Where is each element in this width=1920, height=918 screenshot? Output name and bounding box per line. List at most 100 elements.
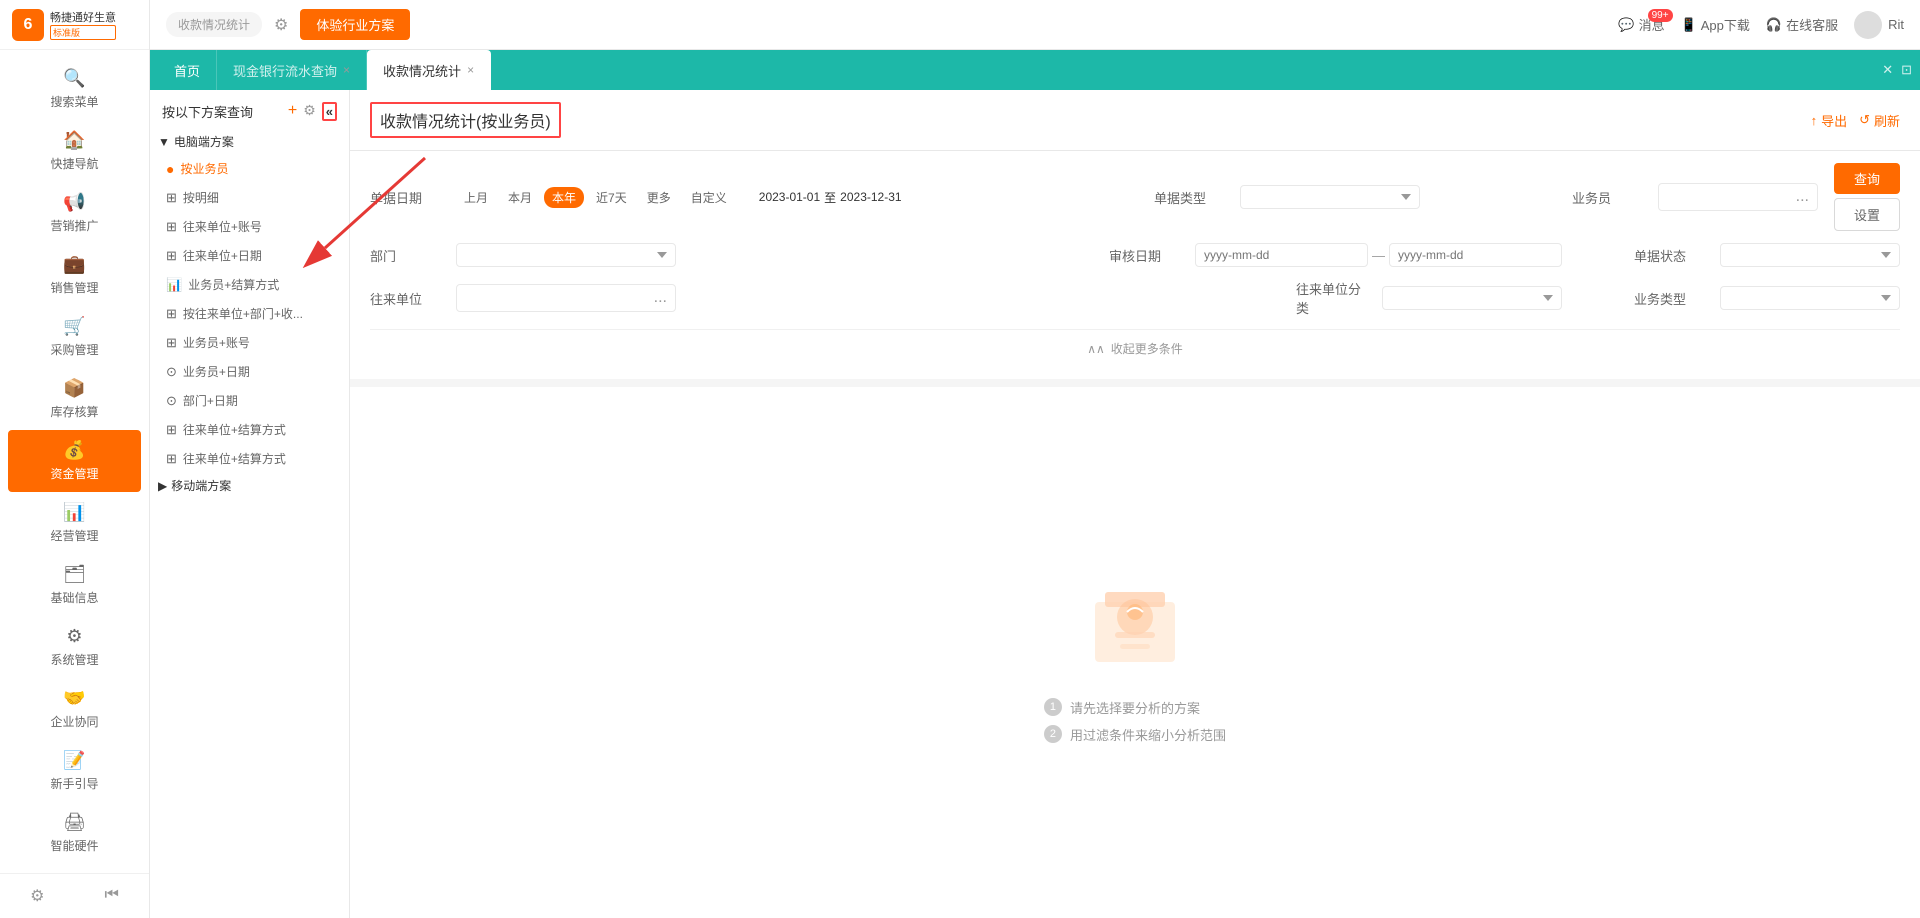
sidebar-item-operation[interactable]: 📊 经营管理 xyxy=(0,492,149,554)
query-button[interactable]: 查询 xyxy=(1834,163,1900,194)
collapse-bar[interactable]: ∧∧ 收起更多条件 xyxy=(370,329,1900,367)
tab-home[interactable]: 首页 xyxy=(158,50,217,90)
tab-receipt[interactable]: 收款情况统计 × xyxy=(367,50,491,90)
tab-close-bank[interactable]: × xyxy=(343,63,350,77)
empty-illustration xyxy=(1075,562,1195,682)
sidebar-item-quick[interactable]: 🏠 快捷导航 xyxy=(0,120,149,182)
review-date-from[interactable] xyxy=(1195,243,1368,267)
tree-item-partner-settlement2[interactable]: ⊞ 往来单位+结算方式 xyxy=(150,444,349,473)
panel-title: 按以下方案查询 xyxy=(162,102,253,121)
tree-item-by-detail[interactable]: ⊞ 按明细 xyxy=(150,183,349,212)
logo-text: 畅捷通好生意 标准版 xyxy=(50,9,116,40)
tab-action-maximize[interactable]: ⊡ xyxy=(1901,62,1912,78)
partner-settlement2-icon: ⊞ xyxy=(166,451,177,467)
scheme-gear-icon[interactable]: ⚙ xyxy=(303,102,316,121)
sidebar-item-sales[interactable]: 💼 销售管理 xyxy=(0,244,149,306)
date-tab-custom[interactable]: 自定义 xyxy=(683,187,735,208)
collapse-panel-icon[interactable]: « xyxy=(322,102,337,121)
refresh-button[interactable]: ↺ 刷新 xyxy=(1859,111,1900,130)
tab-bank[interactable]: 现金银行流水查询 × xyxy=(217,50,367,90)
section-desktop[interactable]: ▼ 电脑端方案 xyxy=(150,129,349,154)
tree-item-salesperson-date[interactable]: ⊙ 业务员+日期 xyxy=(150,357,349,386)
tree-item-by-salesperson[interactable]: ● 按业务员 xyxy=(150,154,349,183)
app-icon: 📱 xyxy=(1681,17,1697,33)
salesperson-dots[interactable]: ... xyxy=(1796,188,1809,206)
refresh-icon: ↺ xyxy=(1859,112,1870,128)
tree-item-salesperson-account[interactable]: ⊞ 业务员+账号 xyxy=(150,328,349,357)
date-tab-this-month[interactable]: 本月 xyxy=(500,187,540,208)
date-tab-this-year[interactable]: 本年 xyxy=(544,187,584,208)
partner-input[interactable]: ... xyxy=(456,284,676,312)
main-area: 收款情况统计 ⚙ 体验行业方案 💬 消息 99+ 📱 App下载 🎧 在线客服 … xyxy=(150,0,1920,918)
date-label: 单据日期 xyxy=(370,188,440,207)
salesperson-input[interactable]: ... xyxy=(1658,183,1818,211)
date-tab-last-month[interactable]: 上月 xyxy=(456,187,496,208)
header-gear-icon[interactable]: ⚙ xyxy=(274,15,288,35)
partner-settlement1-icon: ⊞ xyxy=(166,422,177,438)
filter-row-date: 单据日期 上月 本月 本年 近7天 更多 自定义 2023-01-01 至 20… xyxy=(370,163,1900,231)
sidebar-bottom: ⚙ ⏮ xyxy=(0,873,149,918)
content-area: 按以下方案查询 + ⚙ « ▼ 电脑端方案 ● 按业务员 ⊞ 按明细 xyxy=(150,90,1920,918)
sidebar-item-system[interactable]: ⚙ 系统管理 xyxy=(0,616,149,678)
online-service-area[interactable]: 🎧 在线客服 xyxy=(1766,15,1838,34)
sidebar-item-hardware[interactable]: 🖨 智能硬件 xyxy=(0,802,149,864)
sidebar-item-basic[interactable]: 🗂 基础信息 xyxy=(0,554,149,616)
date-from: 2023-01-01 xyxy=(759,190,820,204)
finance-icon: 💰 xyxy=(63,440,85,461)
collapse-bottom-icon[interactable]: ⏮ xyxy=(105,886,119,906)
date-tab-last7[interactable]: 近7天 xyxy=(588,187,635,208)
partner-dots[interactable]: ... xyxy=(654,289,667,307)
tree-item-salesperson-settlement[interactable]: 📊 业务员+结算方式 xyxy=(150,270,349,299)
sidebar-item-corp[interactable]: 🤝 企业协同 xyxy=(0,678,149,740)
basic-icon: 🗂 xyxy=(63,564,86,585)
partner-category-select[interactable] xyxy=(1382,286,1562,310)
partner-account-icon: ⊞ xyxy=(166,219,177,235)
add-scheme-icon[interactable]: + xyxy=(288,102,297,121)
sidebar-item-purchase[interactable]: 🛒 采购管理 xyxy=(0,306,149,368)
doc-type-select[interactable] xyxy=(1240,185,1420,209)
message-area[interactable]: 💬 消息 99+ xyxy=(1618,15,1664,34)
user-avatar xyxy=(1854,11,1882,39)
tab-close-receipt[interactable]: × xyxy=(467,63,474,77)
page-title: 收款情况统计(按业务员) xyxy=(380,114,551,131)
dept-date-icon: ⊙ xyxy=(166,393,177,409)
doc-status-select[interactable] xyxy=(1720,243,1900,267)
export-icon: ↑ xyxy=(1811,113,1818,128)
tab-action-close[interactable]: ✕ xyxy=(1882,62,1893,78)
right-content: 收款情况统计(按业务员) ↑ 导出 ↺ 刷新 单据日期 xyxy=(350,90,1920,918)
tree-item-partner-settlement1[interactable]: ⊞ 往来单位+结算方式 xyxy=(150,415,349,444)
sidebar-item-finance[interactable]: 💰 资金管理 xyxy=(8,430,141,492)
tree-item-dept-date[interactable]: ⊙ 部门+日期 xyxy=(150,386,349,415)
sidebar-item-search[interactable]: 🔍 搜索菜单 xyxy=(0,58,149,120)
sidebar-item-marketing[interactable]: 📢 营销推广 xyxy=(0,182,149,244)
sidebar-item-inventory[interactable]: 📦 库存核算 xyxy=(0,368,149,430)
empty-tips: 1 请先选择要分析的方案 2 用过滤条件来缩小分析范围 xyxy=(1044,698,1226,744)
empty-tip-1: 1 请先选择要分析的方案 xyxy=(1044,698,1226,717)
partner-date-icon: ⊞ xyxy=(166,248,177,264)
date-tab-more[interactable]: 更多 xyxy=(639,187,679,208)
settings-bottom-icon[interactable]: ⚙ xyxy=(30,886,44,906)
sidebar-item-wechat[interactable]: 💬 企业微信 xyxy=(0,864,149,873)
review-date-label: 审核日期 xyxy=(1109,246,1179,265)
service-icon: 🎧 xyxy=(1766,17,1782,33)
settings-button[interactable]: 设置 xyxy=(1834,198,1900,231)
app-download-area[interactable]: 📱 App下载 xyxy=(1681,15,1750,34)
sidebar-item-guide[interactable]: 📝 新手引导 xyxy=(0,740,149,802)
dept-select[interactable] xyxy=(456,243,676,267)
tree-item-partner-account[interactable]: ⊞ 往来单位+账号 xyxy=(150,212,349,241)
review-date-to[interactable] xyxy=(1389,243,1562,267)
user-area[interactable]: Rit xyxy=(1854,11,1904,39)
date-to: 2023-12-31 xyxy=(840,190,901,204)
panel-action-buttons: + ⚙ « xyxy=(288,102,337,121)
header-right: 💬 消息 99+ 📱 App下载 🎧 在线客服 Rit xyxy=(1618,11,1904,39)
trial-button[interactable]: 体验行业方案 xyxy=(300,9,410,40)
export-button[interactable]: ↑ 导出 xyxy=(1811,111,1848,130)
tree-item-partner-dept[interactable]: ⊞ 按往来单位+部门+收... xyxy=(150,299,349,328)
page-title-box: 收款情况统计(按业务员) xyxy=(370,102,561,138)
section-mobile[interactable]: ▶ 移动端方案 xyxy=(150,473,349,498)
tree-item-partner-date[interactable]: ⊞ 往来单位+日期 xyxy=(150,241,349,270)
biz-type-select[interactable] xyxy=(1720,286,1900,310)
guide-icon: 📝 xyxy=(63,750,85,771)
search-icon: 🔍 xyxy=(63,68,85,89)
salesperson-label: 业务员 xyxy=(1572,188,1642,207)
